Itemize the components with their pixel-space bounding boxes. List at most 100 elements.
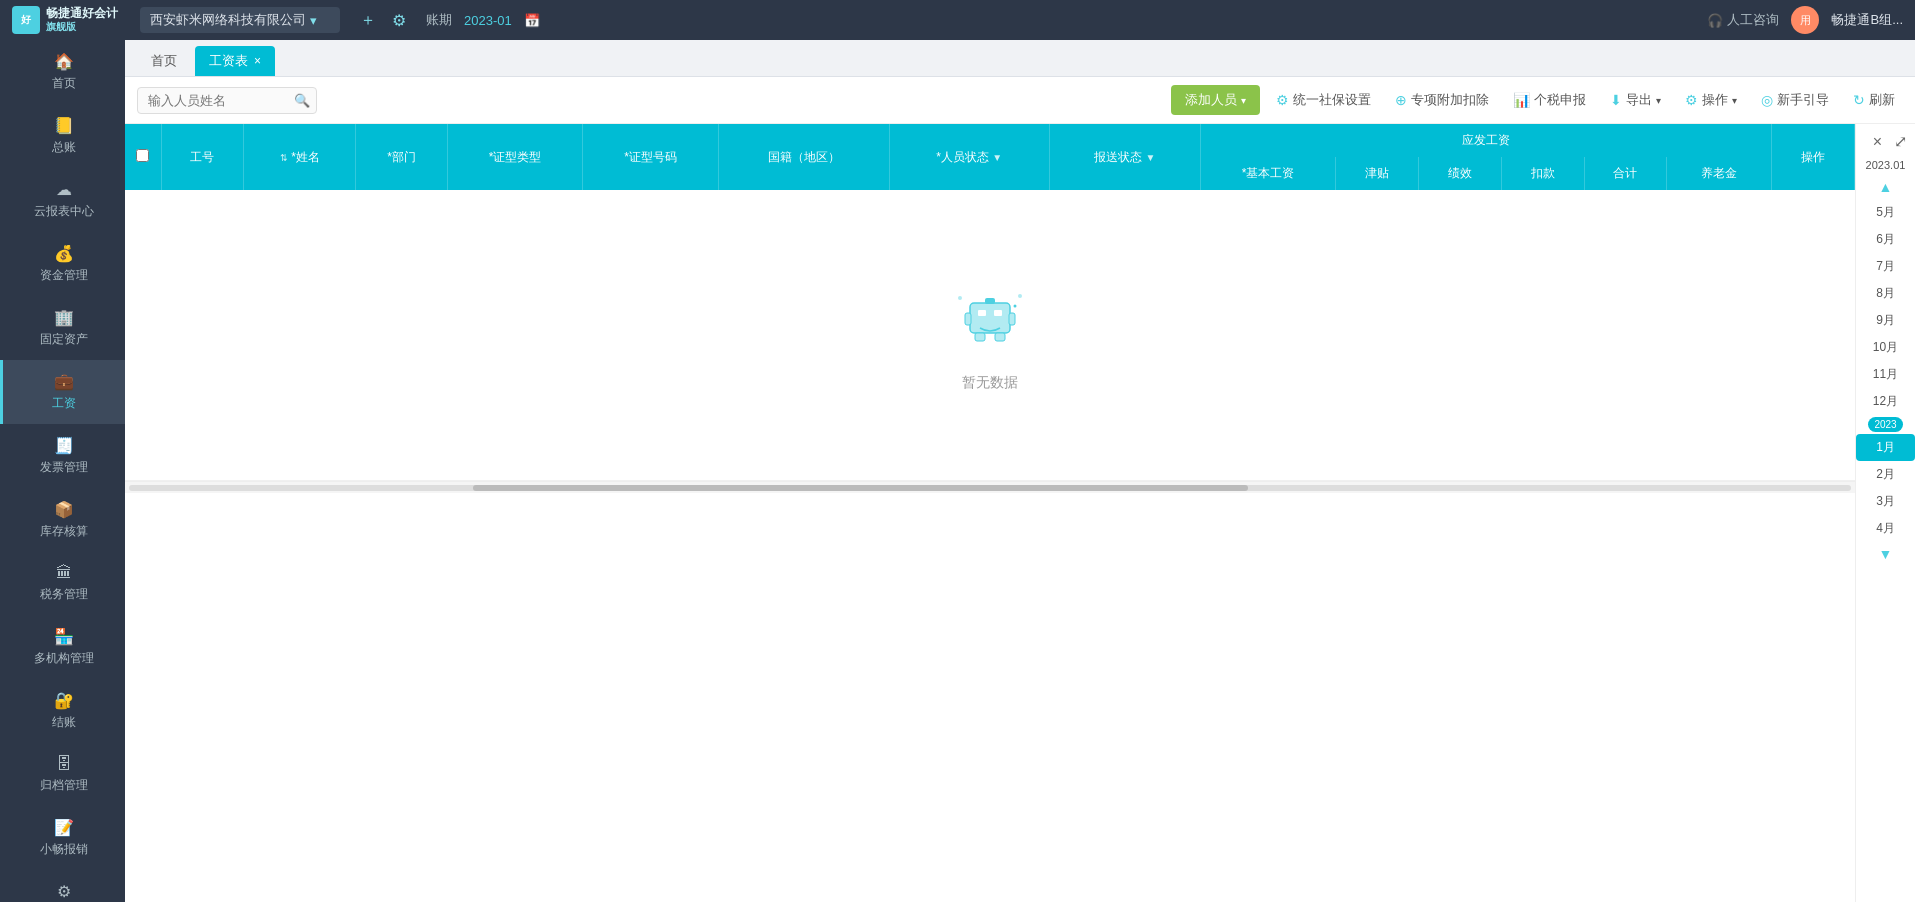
empty-state-icon <box>950 278 1030 358</box>
company-dropdown-arrow: ▾ <box>310 13 317 28</box>
table-scrollbar[interactable] <box>125 481 1855 493</box>
sidebar-item-multi-org[interactable]: 🏪 多机构管理 <box>0 615 125 679</box>
user-name[interactable]: 畅捷通B组... <box>1831 11 1903 29</box>
export-btn[interactable]: ⬇ 导出 ▾ <box>1602 87 1669 113</box>
new-guide-label: 新手引导 <box>1777 91 1829 109</box>
select-all-checkbox[interactable] <box>136 149 149 162</box>
empty-state: 暂无数据 <box>135 198 1845 472</box>
date-month-1[interactable]: 1月 <box>1856 434 1915 461</box>
empty-state-cell: 暂无数据 <box>125 190 1855 481</box>
svg-rect-5 <box>1009 313 1015 325</box>
header-report-status: 报送状态 ▼ <box>1049 124 1200 190</box>
close-period-icon: 🔐 <box>54 691 74 710</box>
sidebar-item-cloud-report[interactable]: ☁ 云报表中心 <box>0 168 125 232</box>
header-performance: 绩效 <box>1419 157 1502 190</box>
svg-rect-3 <box>985 298 995 304</box>
search-input[interactable] <box>148 93 288 108</box>
name-sort-icon[interactable]: ⇅ <box>280 153 288 163</box>
header-dept: *部门 <box>356 124 447 190</box>
add-person-btn[interactable]: 添加人员 ▾ <box>1171 85 1260 115</box>
date-month-12[interactable]: 12月 <box>1856 388 1915 415</box>
svg-point-8 <box>958 296 962 300</box>
tab-close-btn[interactable]: × <box>254 54 261 68</box>
svg-rect-4 <box>965 313 971 325</box>
operations-arrow: ▾ <box>1732 95 1737 106</box>
header-cert-type: *证型类型 <box>447 124 582 190</box>
tab-salary-table[interactable]: 工资表 × <box>195 46 275 76</box>
table-date-container: 工号 ⇅ *姓名 *部门 *证型类型 *证型号码 国籍（地区） *人员状态 ▼ <box>125 124 1915 902</box>
sidebar-label-fund: 资金管理 <box>40 267 88 284</box>
ledger-icon: 📒 <box>54 116 74 135</box>
sidebar-item-home[interactable]: 🏠 首页 <box>0 40 125 104</box>
svg-rect-7 <box>995 333 1005 341</box>
assets-icon: 🏢 <box>54 308 74 327</box>
header-operations: 操作 <box>1772 124 1855 190</box>
personal-tax-btn[interactable]: 📊 个税申报 <box>1505 87 1594 113</box>
social-security-btn[interactable]: ⚙ 统一社保设置 <box>1268 87 1379 113</box>
date-month-7[interactable]: 7月 <box>1856 253 1915 280</box>
add-company-btn[interactable]: ＋ <box>356 6 380 35</box>
svg-rect-0 <box>970 303 1010 333</box>
sidebar-item-invoice[interactable]: 🧾 发票管理 <box>0 424 125 488</box>
sidebar-item-inventory[interactable]: 📦 库存核算 <box>0 488 125 552</box>
special-deduction-btn[interactable]: ⊕ 专项附加扣除 <box>1387 87 1497 113</box>
invoice-icon: 🧾 <box>54 436 74 455</box>
refresh-btn[interactable]: ↻ 刷新 <box>1845 87 1903 113</box>
year-badge: 2023 <box>1868 417 1902 432</box>
sidebar-item-ledger[interactable]: 📒 总账 <box>0 104 125 168</box>
scrollbar-track <box>129 485 1851 491</box>
date-panel-header: 2023.01 <box>1866 155 1906 175</box>
date-month-8[interactable]: 8月 <box>1856 280 1915 307</box>
empty-state-row: 暂无数据 <box>125 190 1855 481</box>
date-month-6[interactable]: 6月 <box>1856 226 1915 253</box>
date-month-2[interactable]: 2月 <box>1856 461 1915 488</box>
service-btn[interactable]: 🎧 人工咨询 <box>1707 11 1779 29</box>
header-right: 🎧 人工咨询 用 畅捷通B组... <box>1707 6 1903 34</box>
report-status-filter-icon[interactable]: ▼ <box>1145 152 1155 163</box>
special-deduction-label: 专项附加扣除 <box>1411 91 1489 109</box>
tab-salary-label: 工资表 <box>209 52 248 70</box>
date-nav-down[interactable]: ▼ <box>1875 542 1897 566</box>
tab-home[interactable]: 首页 <box>137 46 191 76</box>
operations-btn[interactable]: ⚙ 操作 ▾ <box>1677 87 1745 113</box>
sidebar-item-salary[interactable]: 💼 工资 <box>0 360 125 424</box>
app-logo: 好 畅捷通好会计 旗舰版 <box>12 6 132 34</box>
date-month-5[interactable]: 5月 <box>1856 199 1915 226</box>
sidebar-label-assets: 固定资产 <box>40 331 88 348</box>
date-nav-up[interactable]: ▲ <box>1875 175 1897 199</box>
header-allowance: 津贴 <box>1336 157 1419 190</box>
refresh-icon: ↻ <box>1853 92 1865 108</box>
operations-label: 操作 <box>1702 91 1728 109</box>
sidebar-label-cloud: 云报表中心 <box>34 203 94 220</box>
close-panel-btn[interactable]: × <box>1869 130 1886 153</box>
settings-btn[interactable]: ⚙ <box>388 7 410 34</box>
sidebar-item-archive[interactable]: 🗄 归档管理 <box>0 743 125 806</box>
header-cert-no: *证型号码 <box>583 124 718 190</box>
sidebar-item-tax[interactable]: 🏛 税务管理 <box>0 552 125 615</box>
sidebar-item-fixed-assets[interactable]: 🏢 固定资产 <box>0 296 125 360</box>
sidebar-item-expense[interactable]: 📝 小畅报销 <box>0 806 125 870</box>
sidebar-item-close[interactable]: 🔐 结账 <box>0 679 125 743</box>
header-total: 合计 <box>1584 157 1667 190</box>
calendar-icon[interactable]: 📅 <box>524 13 540 28</box>
expense-icon: 📝 <box>54 818 74 837</box>
new-guide-btn[interactable]: ◎ 新手引导 <box>1753 87 1837 113</box>
service-label: 人工咨询 <box>1727 11 1779 29</box>
date-month-3[interactable]: 3月 <box>1856 488 1915 515</box>
multi-org-icon: 🏪 <box>54 627 74 646</box>
toolbar-right: 添加人员 ▾ ⚙ 统一社保设置 ⊕ 专项附加扣除 📊 个税申报 ⬇ 导出 <box>1171 85 1903 115</box>
date-month-10[interactable]: 10月 <box>1856 334 1915 361</box>
sidebar-item-fund[interactable]: 💰 资金管理 <box>0 232 125 296</box>
header-person-status: *人员状态 ▼ <box>889 124 1049 190</box>
sidebar-item-basic-settings[interactable]: ⚙ 基础设置 <box>0 870 125 902</box>
date-month-4[interactable]: 4月 <box>1856 515 1915 542</box>
expand-panel-btn[interactable]: ⤢ <box>1890 130 1911 153</box>
date-month-11[interactable]: 11月 <box>1856 361 1915 388</box>
salary-table: 工号 ⇅ *姓名 *部门 *证型类型 *证型号码 国籍（地区） *人员状态 ▼ <box>125 124 1855 481</box>
company-selector[interactable]: 西安虾米网络科技有限公司 ▾ <box>140 7 340 33</box>
person-status-filter-icon[interactable]: ▼ <box>992 152 1002 163</box>
search-container: 🔍 <box>137 87 317 114</box>
svg-point-9 <box>1018 294 1022 298</box>
date-month-9[interactable]: 9月 <box>1856 307 1915 334</box>
logo-subtitle: 旗舰版 <box>46 20 118 34</box>
